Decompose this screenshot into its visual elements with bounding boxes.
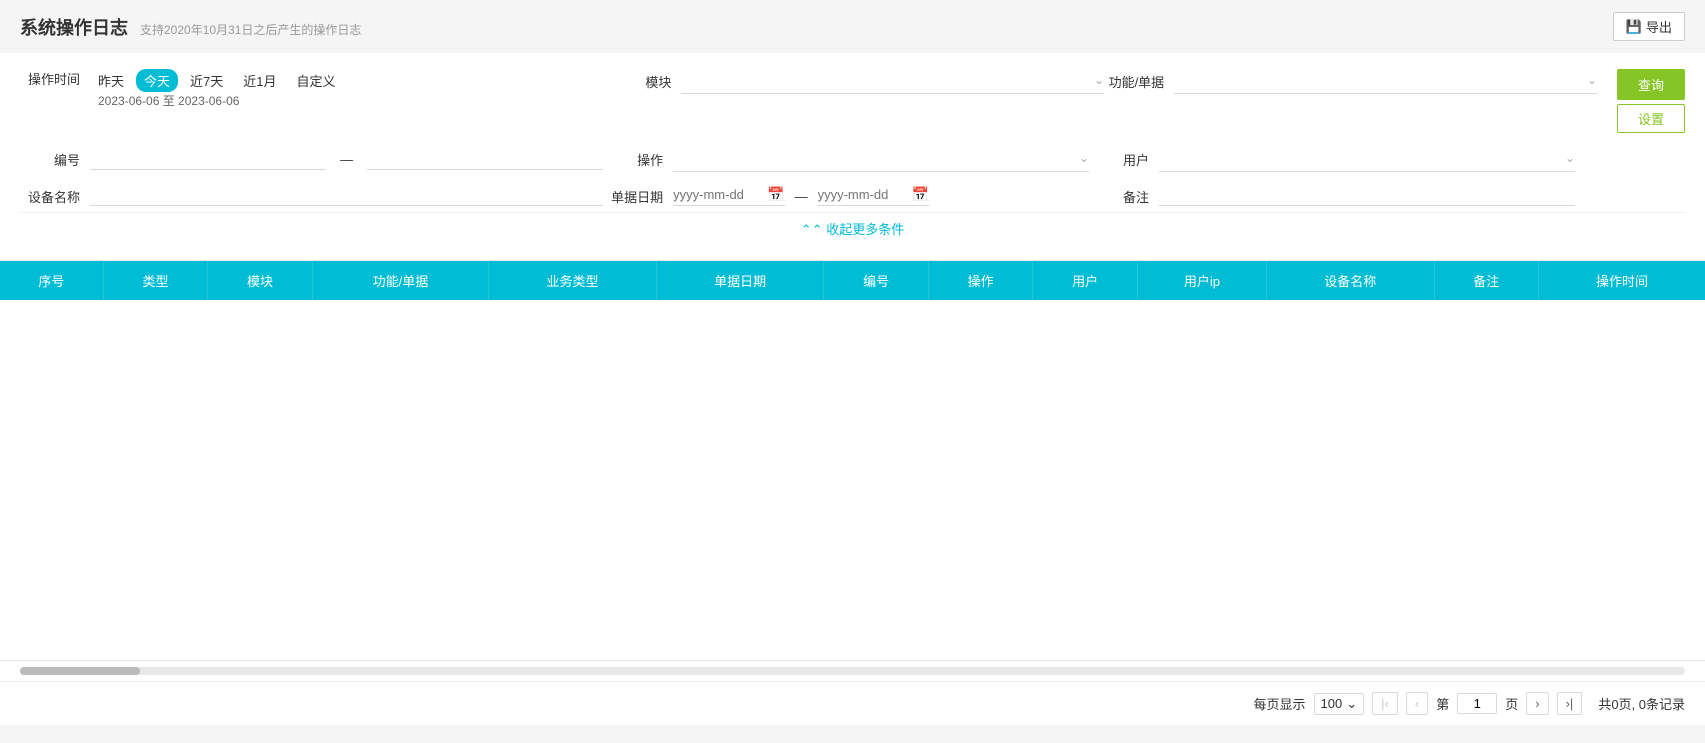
function-label: 功能/单据	[1104, 72, 1174, 91]
pagination-bar: 每页显示 100 ⌄ |‹ ‹ 第 页 › ›| 共0页, 0条记录	[0, 681, 1705, 725]
date-start-input[interactable]	[673, 187, 763, 202]
table-col-编号: 编号	[824, 261, 928, 300]
time-btn-1month[interactable]: 近1月	[235, 69, 284, 92]
table-section: 序号类型模块功能/单据业务类型单据日期编号操作用户用户ip设备名称备注操作时间	[0, 261, 1705, 300]
number-dash: —	[340, 152, 353, 167]
scroll-thumb[interactable]	[20, 667, 140, 675]
query-button[interactable]: 查询	[1617, 69, 1685, 100]
voucher-date-label: 单据日期	[603, 187, 673, 206]
scroll-track	[20, 667, 1685, 675]
number-label: 编号	[20, 150, 90, 169]
remark-input[interactable]	[1159, 186, 1575, 205]
table-col-功能/单据: 功能/单据	[312, 261, 488, 300]
operation-value	[673, 147, 1079, 169]
table-col-设备名称: 设备名称	[1266, 261, 1434, 300]
table-header-row: 序号类型模块功能/单据业务类型单据日期编号操作用户用户ip设备名称备注操作时间	[0, 261, 1705, 300]
total-label: 共0页, 0条记录	[1598, 694, 1685, 713]
date-end-input[interactable]	[818, 187, 908, 202]
user-select[interactable]: ⌄	[1159, 147, 1575, 172]
data-table: 序号类型模块功能/单据业务类型单据日期编号操作用户用户ip设备名称备注操作时间	[0, 261, 1705, 300]
table-col-序号: 序号	[0, 261, 103, 300]
table-col-备注: 备注	[1434, 261, 1538, 300]
table-col-操作: 操作	[928, 261, 1032, 300]
collapse-bar[interactable]: ⌃⌃ 收起更多条件	[20, 212, 1685, 244]
user-label: 用户	[1089, 150, 1159, 169]
header-left: 系统操作日志 支持2020年10月31日之后产生的操作日志	[20, 14, 361, 40]
date-end-wrap: 📅	[818, 186, 929, 206]
date-start-wrap: 📅	[673, 186, 784, 206]
page-last-button[interactable]: ›|	[1557, 692, 1583, 715]
action-buttons: 查询 设置	[1617, 69, 1685, 133]
per-page-value: 100	[1321, 696, 1343, 711]
operation-chevron-icon: ⌄	[1079, 151, 1089, 165]
user-value	[1159, 147, 1565, 169]
number-to-wrap	[367, 150, 603, 170]
page-input[interactable]	[1457, 693, 1497, 714]
table-col-操作时间: 操作时间	[1539, 261, 1705, 300]
table-col-单据日期: 单据日期	[656, 261, 824, 300]
user-chevron-icon: ⌄	[1565, 151, 1575, 165]
time-label: 操作时间	[20, 69, 90, 88]
page-title: 系统操作日志	[20, 14, 128, 40]
table-col-用户ip: 用户ip	[1137, 261, 1266, 300]
module-chevron-icon: ⌄	[1094, 73, 1104, 87]
device-input[interactable]	[90, 186, 603, 205]
time-buttons: 昨天 今天 近7天 近1月 自定义	[90, 69, 344, 92]
table-col-业务类型: 业务类型	[489, 261, 657, 300]
operation-label: 操作	[603, 150, 673, 169]
page-first-button[interactable]: |‹	[1372, 692, 1398, 715]
page-label: 第	[1436, 694, 1449, 713]
collapse-up-icon: ⌃⌃	[801, 222, 826, 237]
function-chevron-icon: ⌄	[1587, 73, 1597, 87]
page-header: 系统操作日志 支持2020年10月31日之后产生的操作日志 💾 导出	[0, 0, 1705, 53]
page-subtitle: 支持2020年10月31日之后产生的操作日志	[140, 21, 361, 38]
module-value	[681, 69, 1094, 91]
table-col-模块: 模块	[208, 261, 312, 300]
calendar-start-icon[interactable]: 📅	[767, 186, 784, 203]
time-btn-yesterday[interactable]: 昨天	[90, 69, 132, 92]
device-input-wrap	[90, 186, 603, 206]
function-select[interactable]: ⌄	[1174, 69, 1597, 94]
table-col-用户: 用户	[1033, 261, 1137, 300]
function-value	[1174, 69, 1587, 91]
per-page-select[interactable]: 100 ⌄	[1314, 693, 1365, 715]
remark-input-wrap	[1159, 186, 1575, 206]
calendar-end-icon[interactable]: 📅	[912, 186, 929, 203]
time-btn-custom[interactable]: 自定义	[289, 69, 344, 92]
per-page-label: 每页显示	[1254, 694, 1306, 713]
remark-label: 备注	[1089, 187, 1159, 206]
empty-area	[0, 300, 1705, 660]
table-header: 序号类型模块功能/单据业务类型单据日期编号操作用户用户ip设备名称备注操作时间	[0, 261, 1705, 300]
settings-button[interactable]: 设置	[1617, 104, 1685, 133]
module-select[interactable]: ⌄	[681, 69, 1104, 94]
date-range-display: 2023-06-06 至 2023-06-06	[98, 92, 344, 109]
export-button[interactable]: 💾 导出	[1613, 12, 1685, 41]
device-label: 设备名称	[20, 187, 90, 206]
number-from-wrap	[90, 150, 326, 170]
scroll-bar-area[interactable]	[0, 660, 1705, 681]
operation-select[interactable]: ⌄	[673, 147, 1089, 172]
export-icon: 💾	[1626, 19, 1642, 35]
time-btn-7days[interactable]: 近7天	[182, 69, 231, 92]
page-unit: 页	[1505, 694, 1518, 713]
module-label: 模块	[611, 72, 681, 91]
per-page-chevron-icon: ⌄	[1346, 696, 1357, 712]
date-middle-dash: —	[795, 189, 808, 204]
filter-panel: 操作时间 昨天 今天 近7天 近1月 自定义 2023-06-06 至 2023…	[0, 53, 1705, 261]
number-to-input[interactable]	[367, 150, 603, 169]
collapse-label: 收起更多条件	[826, 222, 904, 237]
time-btn-today[interactable]: 今天	[136, 69, 178, 92]
page-prev-button[interactable]: ‹	[1406, 692, 1428, 715]
number-from-input[interactable]	[90, 150, 326, 169]
page-next-button[interactable]: ›	[1526, 692, 1548, 715]
table-col-类型: 类型	[103, 261, 207, 300]
